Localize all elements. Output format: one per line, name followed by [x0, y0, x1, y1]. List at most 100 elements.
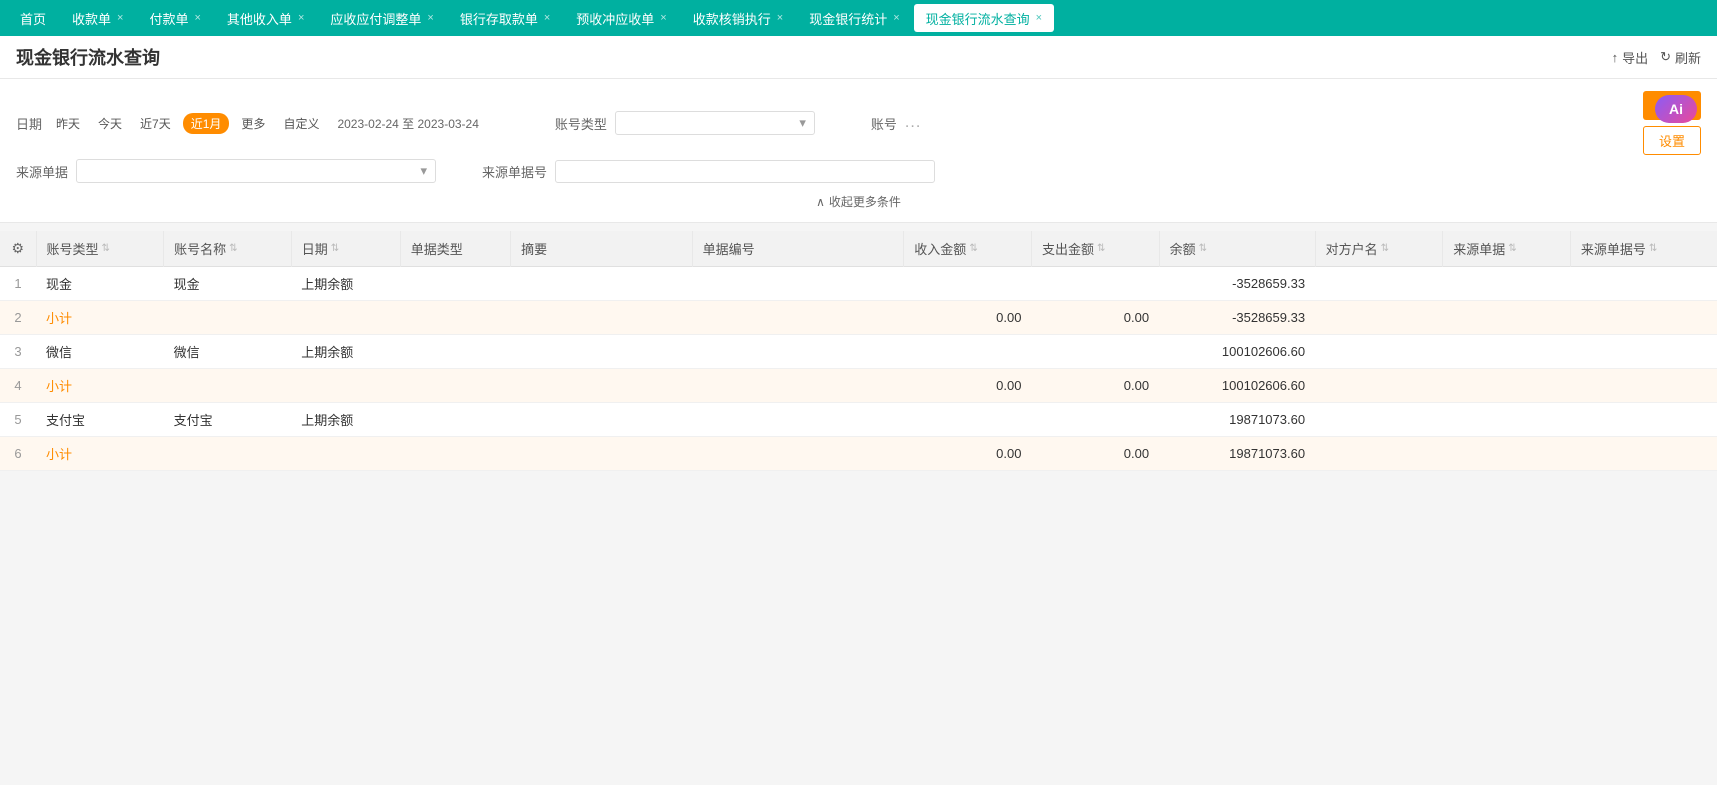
- nav-tab-cash-bank-query[interactable]: 现金银行流水查询 ×: [914, 4, 1054, 32]
- nav-tab-cash-bank-stat-close[interactable]: ×: [893, 12, 899, 24]
- row-doc-no: [692, 267, 904, 301]
- nav-tab-cash-bank-query-label: 现金银行流水查询: [926, 9, 1030, 28]
- nav-tab-cash-bank-query-close[interactable]: ×: [1036, 12, 1042, 24]
- export-button[interactable]: ↑ 导出: [1612, 48, 1649, 67]
- col-source-doc[interactable]: 来源单据⇅: [1443, 231, 1571, 267]
- col-date[interactable]: 日期⇅: [291, 231, 400, 267]
- row-counterparty: [1315, 369, 1443, 403]
- account-type-filter-group: 账号类型 ▾: [555, 111, 815, 135]
- nav-tab-payment-close[interactable]: ×: [194, 12, 200, 24]
- row-summary: [511, 437, 692, 471]
- account-filter-group: 账号 ...: [871, 114, 921, 133]
- table-row: 2小计0.000.00-3528659.33: [0, 301, 1717, 335]
- source-doc-no-input[interactable]: [555, 160, 935, 183]
- table-container: ⚙ 账号类型⇅ 账号名称⇅ 日期⇅ 单据类型 摘要 单据编号: [0, 231, 1717, 471]
- chevron-up-icon: ∧: [816, 195, 825, 209]
- nav-tab-receipt-verify-label: 收款核销执行: [693, 9, 771, 28]
- row-income: [904, 335, 1032, 369]
- collapse-bar[interactable]: ∧ 收起更多条件: [16, 193, 1701, 210]
- col-expense-label: 支出金额: [1042, 239, 1094, 258]
- nav-tab-cash-bank-stat[interactable]: 现金银行统计 ×: [797, 4, 911, 32]
- row-source-doc-no: [1570, 335, 1717, 369]
- nav-tab-bank-deposit-close[interactable]: ×: [544, 12, 550, 24]
- source-doc-filter-group: 来源单据 ▾: [16, 159, 436, 183]
- row-index: 2: [0, 301, 36, 335]
- date-btn-1month[interactable]: 近1月: [183, 113, 230, 134]
- account-type-select[interactable]: ▾: [615, 111, 815, 135]
- col-account-name[interactable]: 账号名称⇅: [164, 231, 292, 267]
- nav-tab-payment[interactable]: 付款单 ×: [137, 4, 212, 32]
- date-btn-7days[interactable]: 近7天: [134, 113, 177, 134]
- col-account-type[interactable]: 账号类型⇅: [36, 231, 164, 267]
- col-date-label: 日期: [302, 239, 328, 258]
- row-doc-type: [400, 335, 510, 369]
- col-gear: ⚙: [0, 231, 36, 267]
- col-counterparty[interactable]: 对方户名⇅: [1315, 231, 1443, 267]
- date-btn-more[interactable]: 更多: [235, 113, 271, 134]
- sort-icon: ⇅: [1199, 243, 1207, 254]
- date-btn-today[interactable]: 今天: [92, 113, 128, 134]
- row-summary: [511, 267, 692, 301]
- date-range-display: 2023-02-24 至 2023-03-24: [337, 115, 478, 132]
- sort-icon: ⇅: [1381, 243, 1389, 254]
- row-doc-no: [692, 403, 904, 437]
- row-summary: [511, 369, 692, 403]
- row-source-doc-no: [1570, 301, 1717, 335]
- row-expense: 0.00: [1031, 437, 1159, 471]
- row-index: 3: [0, 335, 36, 369]
- col-doc-no-label: 单据编号: [703, 242, 755, 257]
- gear-icon[interactable]: ⚙: [11, 240, 24, 257]
- col-income[interactable]: 收入金额⇅: [904, 231, 1032, 267]
- nav-tab-ar-ap-adjust-close[interactable]: ×: [427, 12, 433, 24]
- col-source-doc-label: 来源单据: [1453, 239, 1505, 258]
- nav-tab-advance-receipt[interactable]: 预收冲应收单 ×: [564, 4, 678, 32]
- nav-tab-bank-deposit[interactable]: 银行存取款单 ×: [448, 4, 562, 32]
- col-balance[interactable]: 余额⇅: [1159, 231, 1315, 267]
- col-income-label: 收入金额: [914, 239, 966, 258]
- export-label: 导出: [1622, 48, 1648, 67]
- nav-tab-ar-ap-adjust[interactable]: 应收应付调整单 ×: [318, 4, 445, 32]
- col-doc-no: 单据编号: [692, 231, 904, 267]
- nav-tab-cash-bank-stat-label: 现金银行统计: [809, 9, 887, 28]
- row-summary: [511, 301, 692, 335]
- export-icon: ↑: [1612, 50, 1619, 65]
- row-doc-no: [692, 437, 904, 471]
- row-balance: 100102606.60: [1159, 335, 1315, 369]
- refresh-button[interactable]: ↻ 刷新: [1660, 48, 1701, 67]
- table-row: 4小计0.000.00100102606.60: [0, 369, 1717, 403]
- date-filter-label: 日期: [16, 114, 42, 133]
- nav-tab-other-income[interactable]: 其他收入单 ×: [215, 4, 316, 32]
- table-header: ⚙ 账号类型⇅ 账号名称⇅ 日期⇅ 单据类型 摘要 单据编号: [0, 231, 1717, 267]
- nav-tab-receipt[interactable]: 收款单 ×: [60, 4, 135, 32]
- sort-icon: ⇅: [102, 243, 110, 254]
- nav-tab-receipt-label: 收款单: [72, 9, 111, 28]
- row-account-name: [164, 301, 292, 335]
- date-btn-custom[interactable]: 自定义: [277, 113, 325, 134]
- nav-tab-advance-receipt-close[interactable]: ×: [660, 12, 666, 24]
- row-account-type: 小计: [36, 301, 164, 335]
- row-counterparty: [1315, 267, 1443, 301]
- row-income: [904, 267, 1032, 301]
- source-doc-select[interactable]: ▾: [76, 159, 436, 183]
- settings-button[interactable]: 设置: [1643, 126, 1701, 155]
- ai-badge[interactable]: Ai: [1655, 95, 1697, 123]
- date-btn-yesterday[interactable]: 昨天: [50, 113, 86, 134]
- filter-row-1: 日期 昨天 今天 近7天 近1月 更多 自定义 2023-02-24 至 202…: [16, 91, 1701, 155]
- source-doc-chevron-icon: ▾: [420, 163, 427, 179]
- row-account-name: [164, 369, 292, 403]
- header-actions: ↑ 导出 ↻ 刷新: [1612, 48, 1701, 67]
- nav-tab-receipt-close[interactable]: ×: [117, 12, 123, 24]
- nav-tab-other-income-close[interactable]: ×: [298, 12, 304, 24]
- nav-tab-receipt-verify[interactable]: 收款核销执行 ×: [681, 4, 795, 32]
- nav-tab-receipt-verify-close[interactable]: ×: [777, 12, 783, 24]
- col-expense[interactable]: 支出金额⇅: [1031, 231, 1159, 267]
- row-index: 5: [0, 403, 36, 437]
- refresh-label: 刷新: [1675, 48, 1701, 67]
- row-source-doc-no: [1570, 403, 1717, 437]
- account-dots[interactable]: ...: [905, 114, 921, 132]
- page-header: 现金银行流水查询 ↑ 导出 ↻ 刷新: [0, 36, 1717, 79]
- nav-tab-home[interactable]: 首页: [8, 4, 58, 32]
- col-source-doc-no[interactable]: 来源单据号⇅: [1570, 231, 1717, 267]
- refresh-icon: ↻: [1660, 49, 1671, 65]
- sort-icon: ⇅: [969, 243, 977, 254]
